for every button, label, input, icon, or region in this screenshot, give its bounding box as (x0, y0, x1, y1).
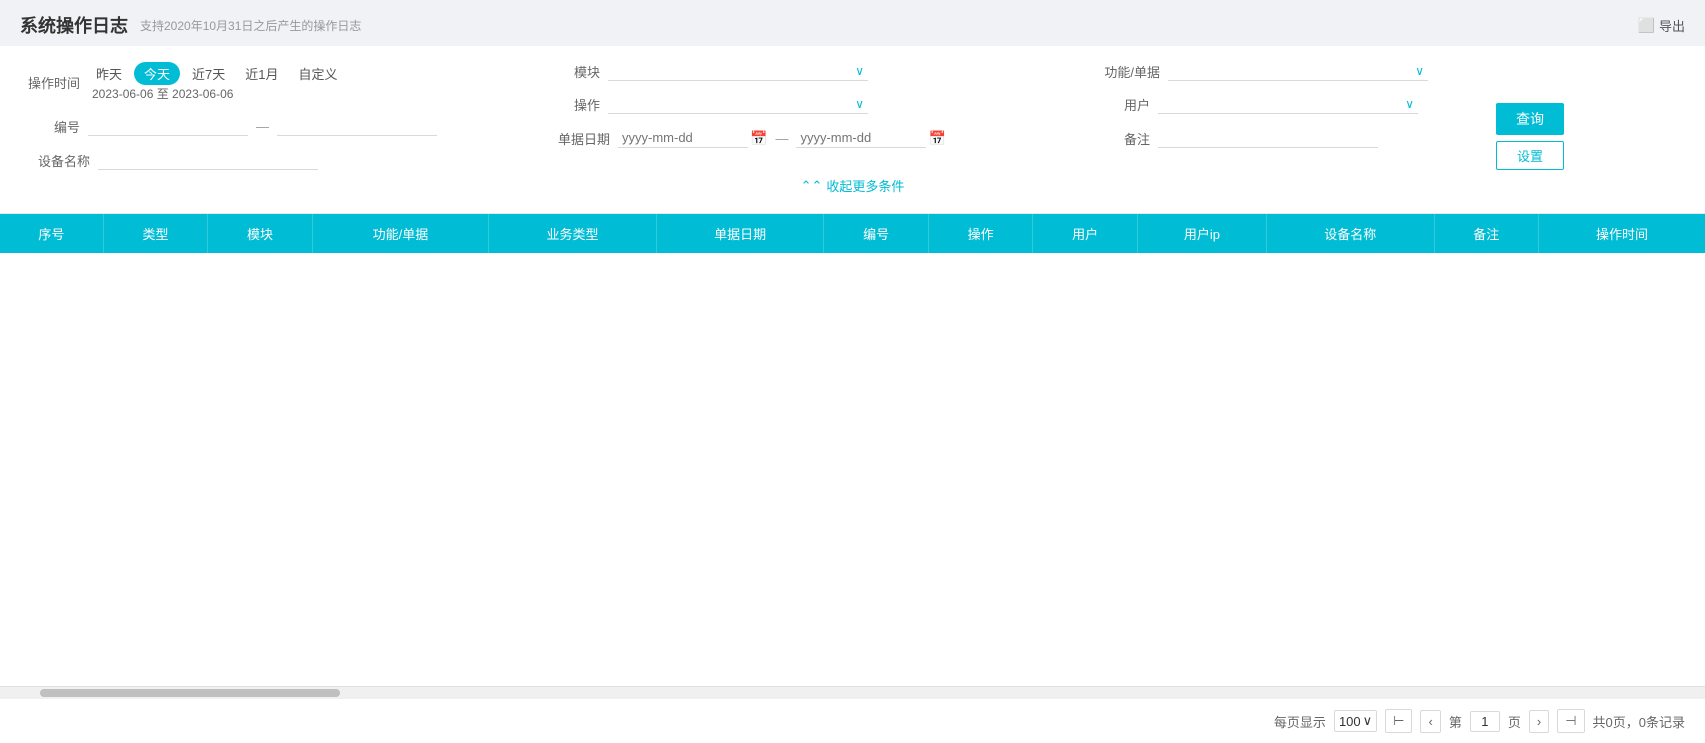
collapse-up-icon: ⌃⌃ (801, 178, 823, 194)
number-filter-row: 编号 — (20, 116, 500, 136)
per-page-select[interactable]: 100 ∨ (1334, 710, 1377, 732)
col-function: 功能/单据 (312, 214, 488, 253)
number-input-start[interactable] (88, 116, 248, 136)
filter-area: 操作时间 昨天 今天 近7天 近1月 自定义 2023-06-06 至 2023… (0, 46, 1705, 214)
function-select[interactable]: ∨ (1168, 62, 1428, 81)
module-dropdown-icon: ∨ (855, 64, 864, 78)
col-business-type: 业务类型 (489, 214, 657, 253)
col-op-time: 操作时间 (1539, 214, 1705, 253)
per-page-arrow: ∨ (1363, 713, 1373, 729)
per-page-label: 每页显示 (1274, 712, 1326, 731)
time-btn-today[interactable]: 今天 (134, 62, 180, 85)
number-input-end[interactable] (277, 116, 437, 136)
export-label: 导出 (1659, 16, 1685, 35)
time-btn-yesterday[interactable]: 昨天 (88, 62, 130, 85)
remark-label: 备注 (1090, 129, 1150, 148)
pagination-area: 每页显示 100 ∨ ⊢ ‹ 第 1 页 › ⊣ 共0页，0条记录 (0, 698, 1705, 743)
module-label: 模块 (540, 62, 600, 81)
col-type: 类型 (103, 214, 207, 253)
page-subtitle: 支持2020年10月31日之后产生的操作日志 (140, 17, 361, 34)
doc-date-start-input[interactable] (618, 128, 748, 148)
user-filter-row: 用户 ∨ (1090, 95, 1480, 114)
col-sequence: 序号 (0, 214, 103, 253)
table-header-row: 序号 类型 模块 功能/单据 业务类型 单据日期 编号 操作 用户 用户ip 设… (0, 214, 1705, 253)
collapse-button[interactable]: ⌃⌃ 收起更多条件 (801, 176, 905, 195)
collapse-row: ⌃⌃ 收起更多条件 (20, 170, 1685, 197)
empty-area (0, 253, 1705, 603)
remark-input[interactable] (1158, 128, 1378, 148)
query-button[interactable]: 查询 (1496, 103, 1564, 135)
current-page: 1 (1470, 711, 1500, 732)
operation-filter-row: 操作 ∨ (540, 95, 1060, 114)
operation-dropdown-icon: ∨ (855, 97, 864, 111)
number-separator: — (256, 119, 269, 134)
first-page-btn[interactable]: ⊢ (1385, 709, 1412, 733)
horizontal-scrollbar[interactable] (0, 686, 1705, 698)
prev-page-btn[interactable]: ‹ (1420, 710, 1440, 733)
doc-date-end-input[interactable] (796, 128, 926, 148)
main-content: 序号 类型 模块 功能/单据 业务类型 单据日期 编号 操作 用户 用户ip 设… (0, 214, 1705, 743)
settings-button[interactable]: 设置 (1496, 141, 1564, 170)
collapse-label: 收起更多条件 (826, 176, 904, 195)
next-page-btn[interactable]: › (1529, 710, 1549, 733)
time-btn-7days[interactable]: 近7天 (184, 62, 233, 85)
time-btn-1month[interactable]: 近1月 (237, 62, 286, 85)
device-input[interactable] (98, 150, 318, 170)
page-title: 系统操作日志 (20, 12, 128, 38)
col-number: 编号 (824, 214, 928, 253)
action-buttons: 查询 设置 (1496, 103, 1564, 170)
user-select[interactable]: ∨ (1158, 95, 1418, 114)
per-page-value: 100 (1339, 714, 1361, 729)
col-remark: 备注 (1434, 214, 1538, 253)
remark-filter-row: 备注 (1090, 128, 1480, 148)
module-select[interactable]: ∨ (608, 62, 868, 81)
operation-select[interactable]: ∨ (608, 95, 868, 114)
col-user: 用户 (1033, 214, 1137, 253)
last-page-btn[interactable]: ⊣ (1557, 709, 1584, 733)
calendar-end-icon[interactable]: 📅 (928, 130, 945, 147)
col-module: 模块 (208, 214, 312, 253)
doc-date-label: 单据日期 (540, 129, 610, 148)
col-device: 设备名称 (1266, 214, 1434, 253)
function-label: 功能/单据 (1090, 62, 1160, 81)
table-container[interactable]: 序号 类型 模块 功能/单据 业务类型 单据日期 编号 操作 用户 用户ip 设… (0, 214, 1705, 686)
function-dropdown-icon: ∨ (1415, 64, 1424, 78)
number-label: 编号 (20, 117, 80, 136)
export-icon: ⬜ (1638, 17, 1655, 34)
export-button[interactable]: ⬜ 导出 (1638, 16, 1685, 35)
total-info: 共0页，0条记录 (1593, 712, 1685, 731)
operation-label: 操作 (540, 95, 600, 114)
time-label: 操作时间 (20, 73, 80, 92)
device-filter-row: 设备名称 (20, 150, 500, 170)
device-label: 设备名称 (20, 151, 90, 170)
time-btn-custom[interactable]: 自定义 (291, 62, 346, 85)
date-separator: — (775, 131, 788, 146)
module-filter-row: 模块 ∨ (540, 62, 1060, 81)
time-filter-row: 操作时间 昨天 今天 近7天 近1月 自定义 2023-06-06 至 2023… (20, 62, 500, 102)
function-filter-row: 功能/单据 ∨ (1090, 62, 1480, 81)
page-label: 第 (1449, 712, 1462, 731)
page-unit: 页 (1508, 712, 1521, 731)
user-label: 用户 (1090, 95, 1150, 114)
doc-date-filter-row: 单据日期 📅 — 📅 (540, 128, 1060, 148)
col-user-ip: 用户ip (1137, 214, 1266, 253)
user-dropdown-icon: ∨ (1405, 97, 1414, 111)
scrollbar-thumb[interactable] (40, 689, 340, 697)
calendar-start-icon[interactable]: 📅 (750, 130, 767, 147)
data-table: 序号 类型 模块 功能/单据 业务类型 单据日期 编号 操作 用户 用户ip 设… (0, 214, 1705, 253)
col-operation: 操作 (928, 214, 1032, 253)
col-doc-date: 单据日期 (656, 214, 824, 253)
time-range-text: 2023-06-06 至 2023-06-06 (92, 85, 346, 102)
